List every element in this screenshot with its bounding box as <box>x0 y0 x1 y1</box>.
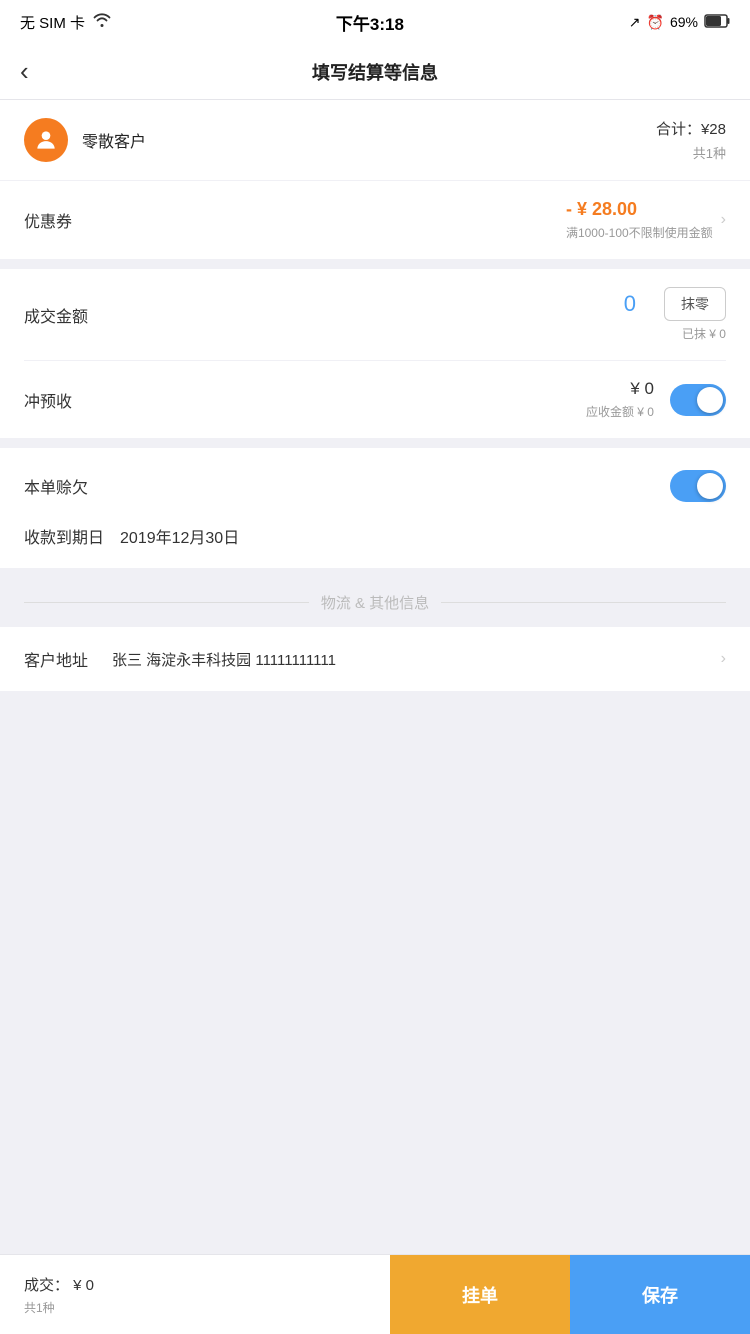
address-value: 张三 海淀永丰科技园 11111111111 <box>112 649 721 670</box>
prepay-sub: 应收金额 ¥ 0 <box>586 403 654 420</box>
back-button[interactable]: ‹ <box>20 56 29 87</box>
address-section: 客户地址 张三 海淀永丰科技园 11111111111 › <box>0 627 750 691</box>
battery-icon <box>704 14 730 31</box>
total-count: 共1种 <box>656 143 726 162</box>
deal-section: 成交金额 0 抹零 已抹 ¥ 0 冲预收 ¥ 0 应收金额 ¥ 0 <box>0 269 750 438</box>
coupon-right: - ¥ 28.00 满1000-100不限制使用金额 › <box>566 199 726 241</box>
due-date-label: 收款到期日 <box>24 524 104 548</box>
address-row[interactable]: 客户地址 张三 海淀永丰科技园 11111111111 › <box>24 627 726 691</box>
debt-toggle[interactable] <box>670 470 726 502</box>
deal-amount-sub: 已抹 ¥ 0 <box>624 325 726 342</box>
hang-order-button[interactable]: 挂单 <box>390 1255 570 1334</box>
customer-card: 零散客户 合计：¥28 共1种 优惠券 - ¥ 28.00 满1000-100不… <box>0 100 750 259</box>
spacer <box>0 701 750 901</box>
content: 零散客户 合计：¥28 共1种 优惠券 - ¥ 28.00 满1000-100不… <box>0 100 750 1001</box>
deal-amount-value[interactable]: 0 <box>624 291 636 317</box>
customer-right: 合计：¥28 共1种 <box>656 118 726 162</box>
bottom-summary: 成交： ¥ 0 共1种 <box>0 1274 390 1316</box>
chevron-right-icon: › <box>721 211 726 229</box>
address-chevron-icon: › <box>721 650 726 668</box>
status-right: ↗ ⏰ 69% <box>629 14 730 31</box>
due-date-row: 收款到期日 2019年12月30日 <box>24 524 726 568</box>
round-off-button[interactable]: 抹零 <box>664 287 726 321</box>
prepay-row: 冲预收 ¥ 0 应收金额 ¥ 0 <box>24 361 726 438</box>
customer-row: 零散客户 合计：¥28 共1种 <box>0 100 750 180</box>
deal-amount-label: 成交金额 <box>24 303 88 327</box>
page-title: 填写结算等信息 <box>312 59 438 85</box>
logistics-divider: 物流 & 其他信息 <box>0 578 750 627</box>
coupon-label: 优惠券 <box>24 208 72 232</box>
customer-left: 零散客户 <box>24 118 146 162</box>
debt-section: 本单赊欠 收款到期日 2019年12月30日 <box>0 448 750 568</box>
avatar <box>24 118 68 162</box>
bottom-bar: 成交： ¥ 0 共1种 挂单 保存 <box>0 1254 750 1334</box>
prepay-label: 冲预收 <box>24 388 72 412</box>
prepay-amounts: ¥ 0 应收金额 ¥ 0 <box>586 379 654 420</box>
deal-amount-row: 成交金额 0 抹零 已抹 ¥ 0 <box>24 269 726 361</box>
bottom-count: 共1种 <box>24 1299 366 1316</box>
debt-label: 本单赊欠 <box>24 474 88 498</box>
coupon-row[interactable]: 优惠券 - ¥ 28.00 满1000-100不限制使用金额 › <box>0 180 750 259</box>
prepay-toggle[interactable] <box>670 384 726 416</box>
customer-name: 零散客户 <box>82 128 146 152</box>
status-bar: 无 SIM 卡 下午3:18 ↗ ⏰ 69% <box>0 0 750 44</box>
battery-text: 69% <box>670 14 698 30</box>
status-left: 无 SIM 卡 <box>20 12 111 33</box>
wifi-icon <box>93 13 111 31</box>
coupon-amount: - ¥ 28.00 <box>566 199 713 220</box>
total-amount: 合计：¥28 <box>656 118 726 139</box>
due-date-value[interactable]: 2019年12月30日 <box>120 524 239 548</box>
logistics-label: 物流 & 其他信息 <box>321 592 429 613</box>
divider-right <box>441 602 726 603</box>
divider-left <box>24 602 309 603</box>
location-icon: ↗ <box>629 14 641 31</box>
address-label: 客户地址 <box>24 647 88 671</box>
prepay-right: ¥ 0 应收金额 ¥ 0 <box>586 379 726 420</box>
coupon-desc: 满1000-100不限制使用金额 <box>566 224 713 241</box>
debt-row: 本单赊欠 <box>24 448 726 524</box>
nav-bar: ‹ 填写结算等信息 <box>0 44 750 100</box>
coupon-info: - ¥ 28.00 满1000-100不限制使用金额 <box>566 199 713 241</box>
bottom-deal-amount: 成交： ¥ 0 <box>24 1274 366 1295</box>
save-button[interactable]: 保存 <box>570 1255 750 1334</box>
status-time: 下午3:18 <box>336 10 404 35</box>
deal-amount-right: 0 抹零 已抹 ¥ 0 <box>624 287 726 342</box>
sim-status: 无 SIM 卡 <box>20 12 85 33</box>
prepay-main: ¥ 0 <box>586 379 654 399</box>
alarm-icon: ⏰ <box>647 14 664 31</box>
